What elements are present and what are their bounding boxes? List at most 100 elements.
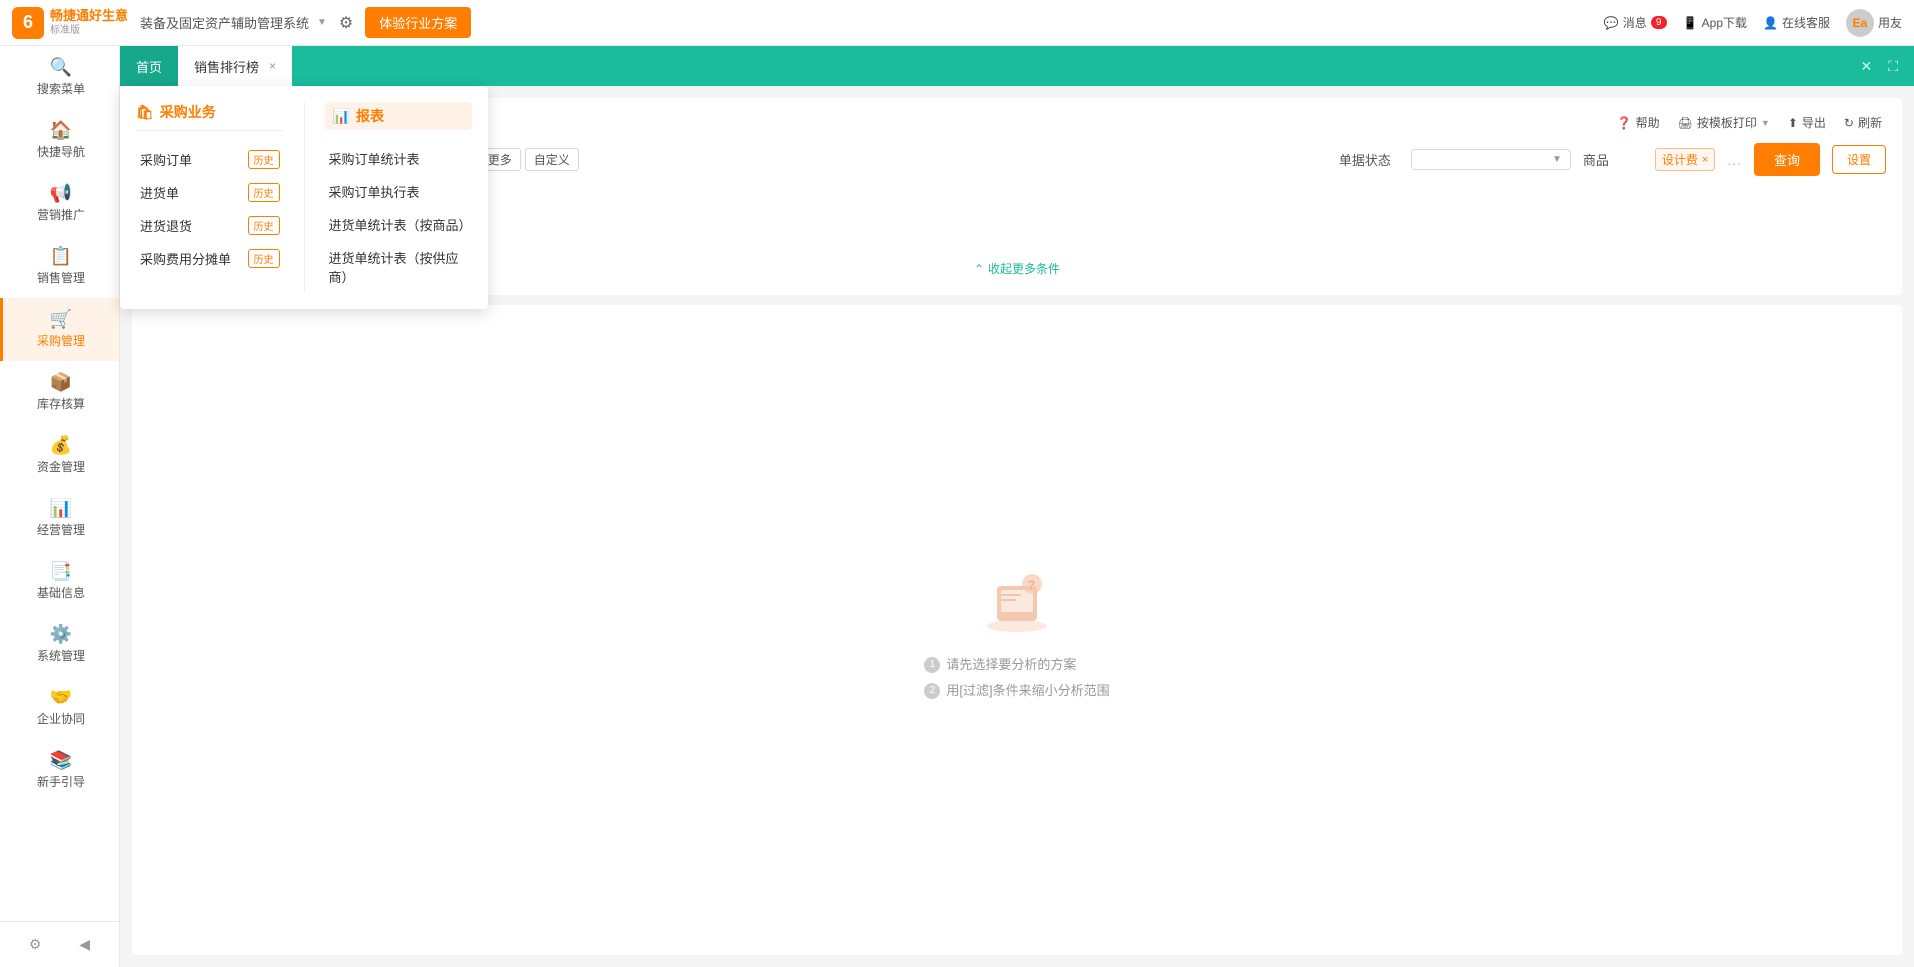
- dropdown-item-purchase-order[interactable]: 采购订单 历史: [136, 143, 284, 176]
- home-icon: 🏠: [50, 121, 72, 139]
- tab-bar: 首页 销售排行榜 × ✕ ⛶: [120, 46, 1914, 86]
- dropdown-item-inbound-stat-supplier[interactable]: 进货单统计表（按供应商）: [325, 241, 473, 293]
- logo-icon: 6: [12, 7, 44, 39]
- industry-btn[interactable]: 体验行业方案: [365, 7, 471, 38]
- sidebar-item-inventory[interactable]: 📦 库存核算: [0, 361, 119, 424]
- sidebar-item-enterprise[interactable]: 🤝 企业协同: [0, 676, 119, 739]
- history-badge-0: 历史: [248, 150, 280, 169]
- empty-step-1: 1 请先选择要分析的方案: [924, 652, 1109, 678]
- purchase-col-icon: 🛍: [136, 104, 154, 121]
- sidebar-item-system[interactable]: ⚙️ 系统管理: [0, 613, 119, 676]
- phone-icon: 📱: [1683, 16, 1698, 30]
- sidebar-item-sales[interactable]: 📋 销售管理: [0, 235, 119, 298]
- tab-maximize-btn[interactable]: ⛶: [1884, 54, 1902, 79]
- goods-tag: 设计费 ×: [1655, 148, 1715, 171]
- sales-icon: 📋: [50, 247, 72, 265]
- status-arrow: ▼: [1552, 154, 1562, 165]
- tab-sales-ranking[interactable]: 销售排行榜 ×: [178, 46, 292, 86]
- toolbar-right: ❓ 帮助 🖨 按模板打印 ▼ ⬆ 导出 ↻: [1613, 112, 1886, 133]
- goods-label: 商品: [1583, 150, 1643, 169]
- purchase-col-title: 🛍 采购业务: [136, 102, 284, 131]
- report-col-icon: 📊: [333, 108, 350, 125]
- print-dropdown-icon[interactable]: ▼: [1761, 118, 1770, 128]
- chevron-up-icon: ⌃: [974, 262, 984, 276]
- voucher-status-label: 单据状态: [1339, 150, 1399, 169]
- export-btn[interactable]: ⬆ 导出: [1784, 112, 1830, 133]
- sidebar-settings-btn[interactable]: ⚙: [25, 932, 46, 957]
- message-badge: 9: [1651, 16, 1667, 29]
- sidebar-item-marketing[interactable]: 📢 营销推广: [0, 172, 119, 235]
- app-download-action[interactable]: 📱 App下载: [1683, 14, 1747, 31]
- message-icon: 💬: [1604, 16, 1619, 30]
- history-badge-3: 历史: [248, 249, 280, 268]
- menu-divider: [304, 102, 305, 293]
- dropdown-item-cost-allocation[interactable]: 采购费用分摊单 历史: [136, 242, 284, 275]
- empty-text: 1 请先选择要分析的方案 2 用[过滤]条件来缩小分析范围: [924, 652, 1109, 704]
- quick-custom-btn[interactable]: 自定义: [525, 148, 579, 171]
- sidebar-item-quick-nav[interactable]: 🏠 快捷导航: [0, 109, 119, 172]
- sidebar-item-guide[interactable]: 📚 新手引导: [0, 739, 119, 802]
- dropdown-item-inbound-stat-goods[interactable]: 进货单统计表（按商品）: [325, 208, 473, 241]
- system-settings-icon[interactable]: ⚙: [335, 9, 357, 37]
- sidebar-item-basic-info[interactable]: 📑 基础信息: [0, 550, 119, 613]
- help-btn[interactable]: ❓ 帮助: [1613, 112, 1664, 133]
- refresh-icon: ↻: [1844, 116, 1854, 130]
- sidebar-item-operations[interactable]: 📊 经营管理: [0, 487, 119, 550]
- logo-text: 畅捷通好生意 标准版: [50, 8, 128, 38]
- tab-close-window-btn[interactable]: ✕: [1856, 54, 1876, 79]
- purchase-col: 🛍 采购业务 采购订单 历史 进货单 历史 进货退货 历史 采购费用分摊单 历史: [136, 102, 284, 293]
- print-icon: 🖨: [1678, 116, 1693, 130]
- tab-controls: ✕ ⛶: [1856, 54, 1914, 79]
- help-icon: ❓: [1617, 116, 1632, 130]
- sidebar: 🔍 搜索菜单 🏠 快捷导航 📢 营销推广 📋 销售管理 🛒 采购管理 📦 库存核…: [0, 46, 120, 967]
- finance-icon: 💰: [50, 436, 72, 454]
- goods-dots-btn[interactable]: ...: [1727, 152, 1742, 168]
- empty-step-2: 2 用[过滤]条件来缩小分析范围: [924, 678, 1109, 704]
- sidebar-bottom: ⚙ ◀: [0, 921, 119, 967]
- dropdown-item-inbound[interactable]: 进货单 历史: [136, 176, 284, 209]
- sidebar-item-search[interactable]: 🔍 搜索菜单: [0, 46, 119, 109]
- online-service-action[interactable]: 👤 在线客服: [1763, 14, 1830, 31]
- dropdown-item-return[interactable]: 进货退货 历史: [136, 209, 284, 242]
- purchase-icon: 🛒: [50, 310, 72, 328]
- svg-text:?: ?: [1028, 578, 1035, 592]
- service-icon: 👤: [1763, 16, 1778, 30]
- print-btn[interactable]: 🖨 按模板打印 ▼: [1674, 112, 1774, 133]
- query-btn[interactable]: 查询: [1754, 143, 1820, 176]
- step-num-1: 1: [924, 657, 940, 673]
- history-badge-1: 历史: [248, 183, 280, 202]
- user-action[interactable]: Ea 用友: [1846, 9, 1902, 37]
- report-col: 📊 报表 采购订单统计表 采购订单执行表 进货单统计表（按商品） 进货单统计表（…: [325, 102, 473, 293]
- dropdown-item-purchase-exec[interactable]: 采购订单执行表: [325, 175, 473, 208]
- system-icon: ⚙️: [50, 625, 72, 643]
- dropdown-item-purchase-stat[interactable]: 采购订单统计表: [325, 142, 473, 175]
- sidebar-item-purchase[interactable]: 🛒 采购管理: [0, 298, 119, 361]
- user-avatar: Ea: [1846, 9, 1874, 37]
- voucher-status-select[interactable]: ▼: [1411, 149, 1571, 170]
- export-icon: ⬆: [1788, 116, 1798, 130]
- empty-icon: ?: [967, 556, 1067, 636]
- top-header: 6 畅捷通好生意 标准版 装备及固定资产辅助管理系统 ▼ ⚙ 体验行业方案 💬 …: [0, 0, 1914, 46]
- message-action[interactable]: 💬 消息 9: [1604, 14, 1667, 31]
- sidebar-collapse-btn[interactable]: ◀: [75, 932, 94, 957]
- inventory-icon: 📦: [50, 373, 72, 391]
- search-icon: 🔍: [50, 58, 72, 76]
- guide-icon: 📚: [50, 751, 72, 769]
- header-right: 💬 消息 9 📱 App下载 👤 在线客服 Ea 用友: [1604, 9, 1902, 37]
- system-title: 装备及固定资产辅助管理系统: [140, 13, 309, 32]
- purchase-dropdown-menu: 🛍 采购业务 采购订单 历史 进货单 历史 进货退货 历史 采购费用分摊单 历史…: [120, 86, 488, 309]
- report-col-title: 📊 报表: [325, 102, 473, 130]
- history-badge-2: 历史: [248, 216, 280, 235]
- settings-btn[interactable]: 设置: [1832, 145, 1886, 174]
- marketing-icon: 📢: [50, 184, 72, 202]
- tab-home[interactable]: 首页: [120, 46, 178, 86]
- basic-info-icon: 📑: [50, 562, 72, 580]
- enterprise-icon: 🤝: [50, 688, 72, 706]
- goods-tag-close[interactable]: ×: [1702, 154, 1708, 166]
- step-num-2: 2: [924, 683, 940, 699]
- system-title-dropdown[interactable]: ▼: [317, 17, 327, 28]
- operations-icon: 📊: [50, 499, 72, 517]
- refresh-btn[interactable]: ↻ 刷新: [1840, 112, 1886, 133]
- sidebar-item-finance[interactable]: 💰 资金管理: [0, 424, 119, 487]
- tab-close-btn[interactable]: ×: [269, 59, 276, 73]
